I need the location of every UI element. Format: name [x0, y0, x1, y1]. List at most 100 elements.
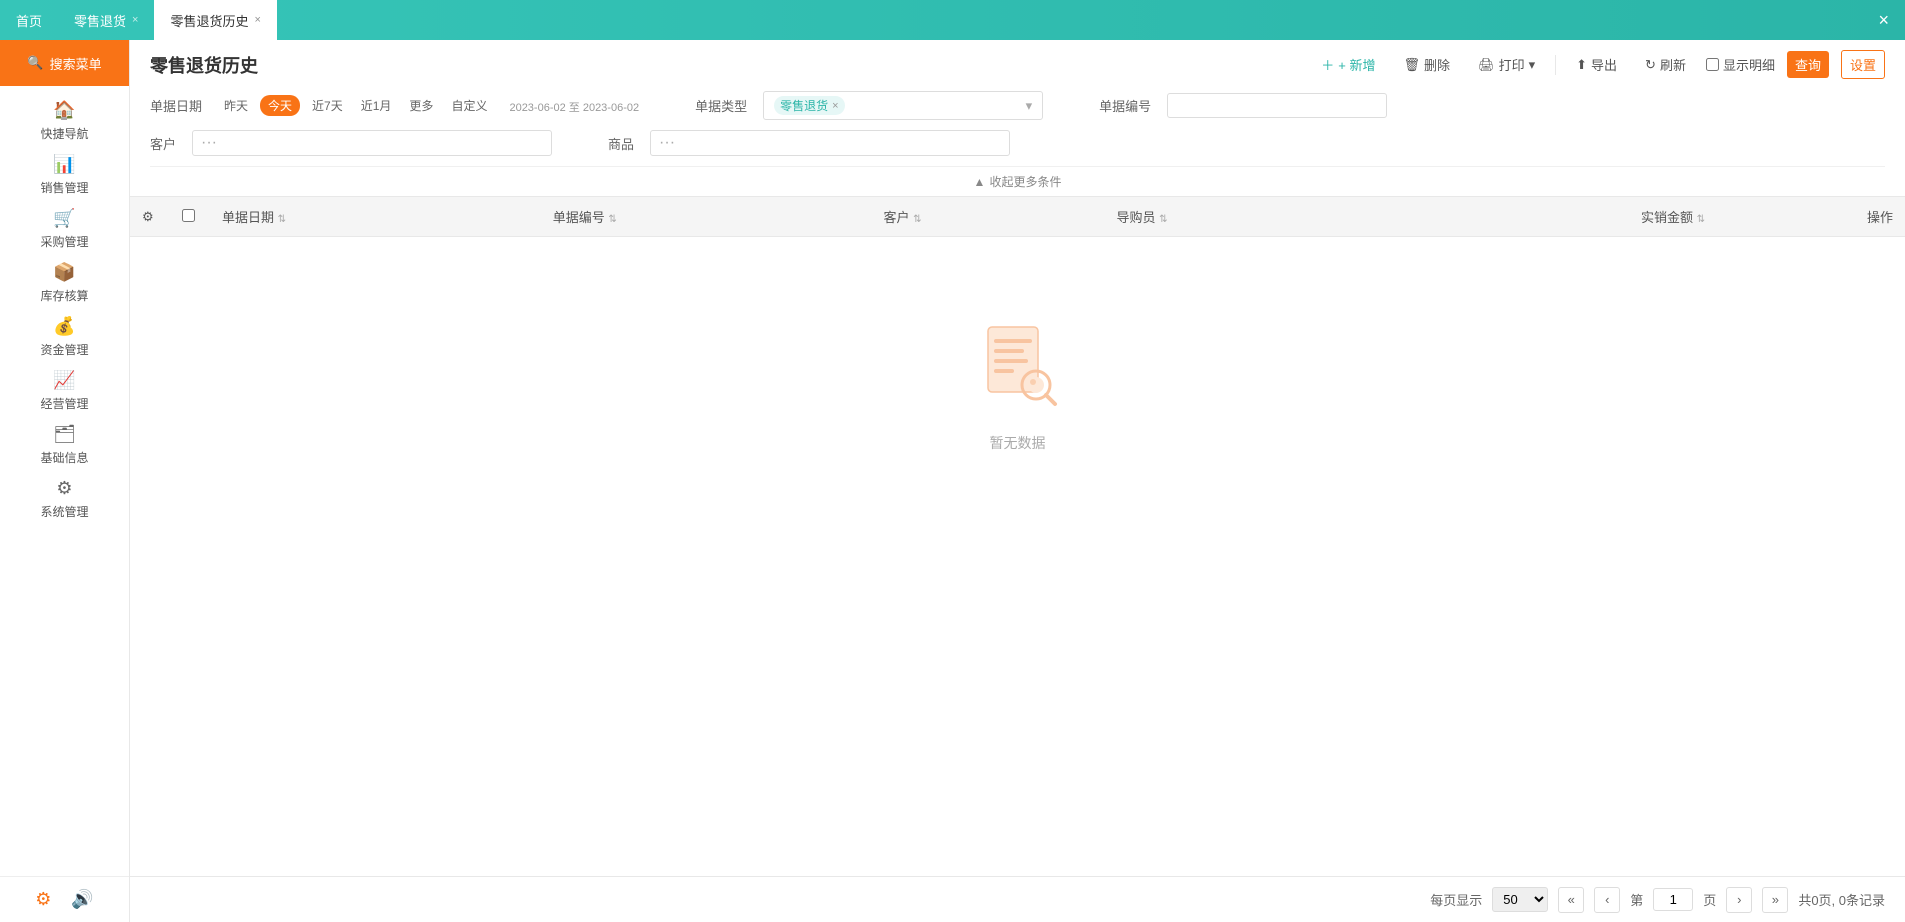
query-button[interactable]: 查询 [1787, 51, 1829, 78]
no-sort-icon[interactable]: ⇅ [608, 214, 616, 225]
last-page-button[interactable]: » [1762, 887, 1788, 913]
date-1month[interactable]: 近1月 [355, 95, 398, 116]
finance-icon: 💰 [53, 316, 75, 337]
delete-icon: 🗑 [1404, 57, 1421, 73]
sidebar-item-quick-nav[interactable]: 🏠 快捷导航 [0, 94, 129, 148]
date-yesterday[interactable]: 昨天 [218, 95, 254, 116]
delete-button[interactable]: 🗑 删除 [1396, 51, 1459, 78]
page-title-row: 零售退货历史 ＋ + 新增 🗑 删除 🖨 打印 ▾ [150, 50, 1885, 79]
voucher-type-label: 单据类型 [695, 96, 747, 115]
amount-sort-icon[interactable]: ⇅ [1697, 214, 1705, 225]
guide-sort-icon[interactable]: ⇅ [1159, 214, 1167, 225]
th-amount: 实销金额 ⇅ [1386, 197, 1717, 237]
tabs-container: 首页 零售退货 × 零售退货历史 × [0, 0, 1878, 40]
plus-icon: ＋ [1321, 55, 1334, 74]
print-icon: 🖨 [1478, 57, 1495, 73]
tab-retail-return-history[interactable]: 零售退货历史 × [154, 0, 276, 40]
show-detail-checkbox[interactable] [1706, 58, 1719, 71]
column-settings-icon[interactable]: ⚙ [142, 209, 154, 224]
audio-bottom-icon[interactable]: 🔊 [71, 889, 93, 910]
next-page-button[interactable]: › [1726, 887, 1752, 913]
goods-input[interactable]: ··· [650, 130, 1010, 156]
settings-bottom-icon[interactable]: ⚙ [35, 889, 51, 910]
collapse-up-icon: ▲ [974, 175, 986, 189]
page-suffix: 页 [1703, 890, 1716, 909]
customer-input[interactable]: ··· [192, 130, 552, 156]
date-today[interactable]: 今天 [260, 95, 300, 116]
content-area: 零售退货历史 ＋ + 新增 🗑 删除 🖨 打印 ▾ [130, 40, 1905, 922]
th-settings: ⚙ [130, 197, 170, 237]
voucher-no-label: 单据编号 [1099, 96, 1151, 115]
customer-label: 客户 [150, 134, 176, 153]
sidebar: 🔍 搜索菜单 🏠 快捷导航 📊 销售管理 🛒 采购管理 📦 库存核算 💰 [0, 40, 130, 922]
date-range-text: 2023-06-02 至 2023-06-02 [509, 99, 639, 115]
voucher-type-remove[interactable]: × [832, 100, 838, 112]
th-checkbox [170, 197, 210, 237]
new-button[interactable]: ＋ + 新增 [1313, 51, 1383, 78]
sidebar-item-purchase[interactable]: 🛒 采购管理 [0, 202, 129, 256]
table-header-row: ⚙ 单据日期 ⇅ 单据编号 ⇅ [130, 197, 1905, 237]
sidebar-item-system[interactable]: ⚙ 系统管理 [0, 472, 129, 526]
filter-row-1: 单据日期 昨天 今天 近7天 近1月 更多 自定义 2023-06-02 至 2… [150, 91, 1885, 120]
filter-row-2: 客户 ··· 商品 ··· [150, 130, 1885, 156]
date-more[interactable]: 更多 [403, 95, 439, 116]
page-header: 零售退货历史 ＋ + 新增 🗑 删除 🖨 打印 ▾ [130, 40, 1905, 196]
th-no: 单据编号 ⇅ [541, 197, 872, 237]
goods-dots: ··· [659, 134, 675, 152]
sidebar-item-sales[interactable]: 📊 销售管理 [0, 148, 129, 202]
th-action: 操作 [1717, 197, 1905, 237]
empty-state-illustration [968, 317, 1068, 417]
voucher-type-tag: 零售退货 × [774, 96, 844, 115]
top-bar-right: × [1878, 11, 1905, 29]
top-bar: 首页 零售退货 × 零售退货历史 × × [0, 0, 1905, 40]
sidebar-item-inventory[interactable]: 📦 库存核算 [0, 256, 129, 310]
prev-page-button[interactable]: ‹ [1594, 887, 1620, 913]
per-page-select[interactable]: 20 50 100 [1492, 887, 1548, 912]
date-sort-icon[interactable]: ⇅ [278, 214, 286, 225]
print-button[interactable]: 🖨 打印 ▾ [1470, 51, 1543, 78]
voucher-type-chevron: ▾ [1026, 98, 1033, 114]
system-icon: ⚙ [56, 478, 72, 499]
voucher-type-select[interactable]: 零售退货 × ▾ [763, 91, 1043, 120]
voucher-no-input[interactable] [1167, 93, 1387, 118]
customer-sort-icon[interactable]: ⇅ [913, 214, 921, 225]
empty-text: 暂无数据 [990, 433, 1046, 453]
sales-icon: 📊 [53, 154, 75, 175]
search-icon: 🔍 [27, 55, 43, 71]
tab-retail-return-close[interactable]: × [132, 14, 138, 26]
select-all-checkbox[interactable] [182, 209, 195, 222]
date-filter-group: 昨天 今天 近7天 近1月 更多 自定义 [218, 95, 493, 116]
print-chevron-icon: ▾ [1529, 57, 1536, 73]
per-page-label: 每页显示 [1430, 890, 1482, 909]
data-table: ⚙ 单据日期 ⇅ 单据编号 ⇅ [130, 197, 1905, 513]
show-detail-toggle[interactable]: 显示明细 [1706, 55, 1775, 74]
sidebar-item-basic-info[interactable]: 🗂 基础信息 [0, 418, 129, 472]
window-close-button[interactable]: × [1878, 11, 1889, 29]
tab-home[interactable]: 首页 [0, 0, 58, 40]
th-customer: 客户 ⇅ [871, 197, 1104, 237]
operations-icon: 📈 [53, 370, 75, 391]
collapse-more-button[interactable]: ▲ 收起更多条件 [150, 166, 1885, 196]
search-menu-button[interactable]: 🔍 搜索菜单 [0, 40, 129, 86]
export-button[interactable]: ⬆ 导出 [1568, 51, 1625, 78]
tab-retail-return-history-close[interactable]: × [254, 14, 260, 26]
inventory-icon: 📦 [53, 262, 75, 283]
date-custom[interactable]: 自定义 [445, 95, 493, 116]
pagination-bar: 每页显示 20 50 100 « ‹ 第 1 页 › » 共0页, 0条记录 [130, 876, 1905, 922]
date-7days[interactable]: 近7天 [306, 95, 349, 116]
table-body: 暂无数据 [130, 237, 1905, 514]
first-page-button[interactable]: « [1558, 887, 1584, 913]
sidebar-item-operations[interactable]: 📈 经营管理 [0, 364, 129, 418]
sidebar-item-finance[interactable]: 💰 资金管理 [0, 310, 129, 364]
empty-cell: 暂无数据 [130, 237, 1905, 514]
basic-info-icon: 🗂 [53, 424, 76, 445]
refresh-button[interactable]: ↻ 刷新 [1637, 51, 1694, 78]
page-number-input[interactable]: 1 [1653, 888, 1693, 911]
tab-retail-return[interactable]: 零售退货 × [58, 0, 154, 40]
settings-button[interactable]: 设置 [1841, 50, 1885, 79]
date-filter-label: 单据日期 [150, 96, 202, 115]
main-layout: 🔍 搜索菜单 🏠 快捷导航 📊 销售管理 🛒 采购管理 📦 库存核算 💰 [0, 40, 1905, 922]
page-title: 零售退货历史 [150, 52, 258, 78]
th-guide: 导购员 ⇅ [1104, 197, 1386, 237]
sidebar-nav: 🏠 快捷导航 📊 销售管理 🛒 采购管理 📦 库存核算 💰 资金管理 📈 [0, 86, 129, 876]
